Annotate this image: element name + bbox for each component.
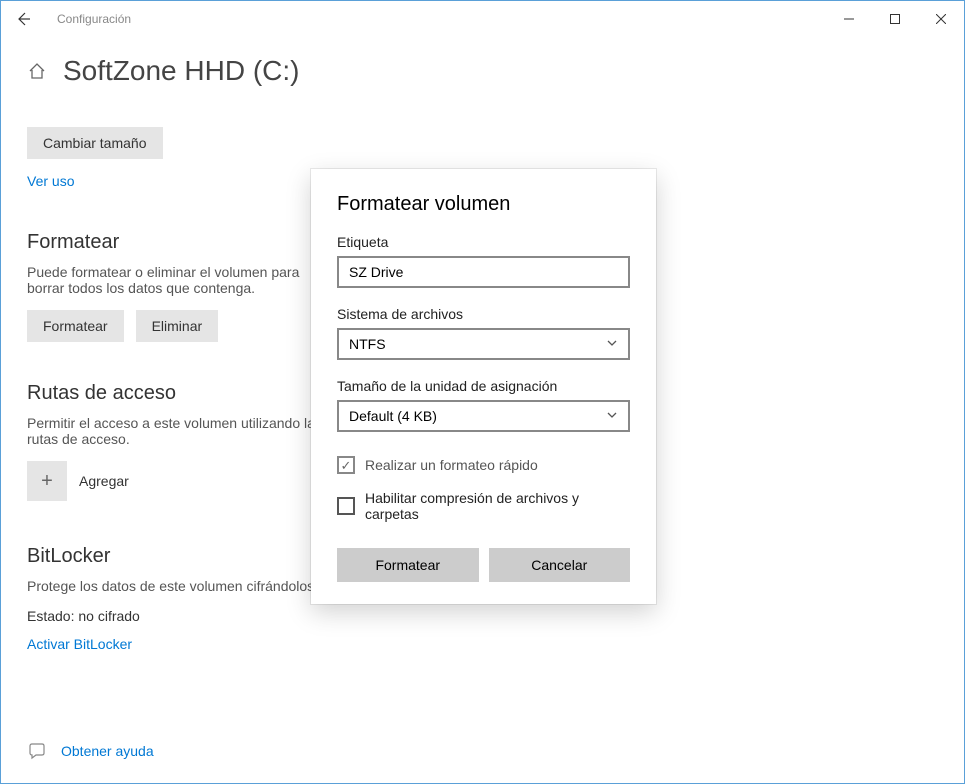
label-field-label: Etiqueta xyxy=(337,234,630,250)
minimize-button[interactable] xyxy=(826,3,872,35)
help-link-row: Obtener ayuda xyxy=(27,741,154,761)
help-icon xyxy=(27,741,47,761)
checkmark-icon: ✓ xyxy=(341,459,352,472)
compression-row: Habilitar compresión de archivos y carpe… xyxy=(337,490,630,522)
compression-checkbox[interactable] xyxy=(337,497,355,515)
chevron-down-icon xyxy=(606,408,618,424)
dialog-format-button[interactable]: Formatear xyxy=(337,548,479,582)
dialog-title: Formatear volumen xyxy=(337,193,630,216)
compression-label: Habilitar compresión de archivos y carpe… xyxy=(365,490,630,522)
delete-button[interactable]: Eliminar xyxy=(136,310,219,342)
close-button[interactable] xyxy=(918,3,964,35)
page-title: SoftZone HHD (C:) xyxy=(63,55,300,87)
view-usage-link[interactable]: Ver uso xyxy=(27,173,74,189)
paths-desc: Permitir el acceso a este volumen utiliz… xyxy=(27,415,327,447)
truncated-text xyxy=(27,99,31,113)
format-desc: Puede formatear o eliminar el volumen pa… xyxy=(27,264,327,296)
dialog-cancel-button[interactable]: Cancelar xyxy=(489,548,631,582)
titlebar: Configuración xyxy=(1,1,964,37)
format-button[interactable]: Formatear xyxy=(27,310,124,342)
activate-bitlocker-link[interactable]: Activar BitLocker xyxy=(27,636,132,652)
page-header: SoftZone HHD (C:) xyxy=(1,37,964,91)
back-button[interactable] xyxy=(9,5,37,33)
format-volume-dialog: Formatear volumen Etiqueta Sistema de ar… xyxy=(311,169,656,604)
plus-icon: + xyxy=(41,470,53,493)
allocation-value: Default (4 KB) xyxy=(349,408,437,424)
chevron-down-icon xyxy=(606,336,618,352)
window-title: Configuración xyxy=(57,12,131,26)
allocation-select[interactable]: Default (4 KB) xyxy=(337,400,630,432)
change-size-button[interactable]: Cambiar tamaño xyxy=(27,127,163,159)
quick-format-label: Realizar un formateo rápido xyxy=(365,457,538,473)
bitlocker-state: Estado: no cifrado xyxy=(27,608,938,624)
filesystem-field-label: Sistema de archivos xyxy=(337,306,630,322)
allocation-field-label: Tamaño de la unidad de asignación xyxy=(337,378,630,394)
maximize-button[interactable] xyxy=(872,3,918,35)
window-controls xyxy=(826,3,964,35)
bitlocker-desc: Protege los datos de este volumen cifrán… xyxy=(27,578,327,594)
help-link[interactable]: Obtener ayuda xyxy=(61,743,154,759)
quick-format-row: ✓ Realizar un formateo rápido xyxy=(337,456,630,474)
quick-format-checkbox[interactable]: ✓ xyxy=(337,456,355,474)
filesystem-value: NTFS xyxy=(349,336,386,352)
add-path-label: Agregar xyxy=(79,473,129,489)
home-icon[interactable] xyxy=(27,61,47,81)
volume-label-input[interactable] xyxy=(337,256,630,288)
filesystem-select[interactable]: NTFS xyxy=(337,328,630,360)
truncated-text xyxy=(934,99,938,113)
add-path-button[interactable]: + xyxy=(27,461,67,501)
